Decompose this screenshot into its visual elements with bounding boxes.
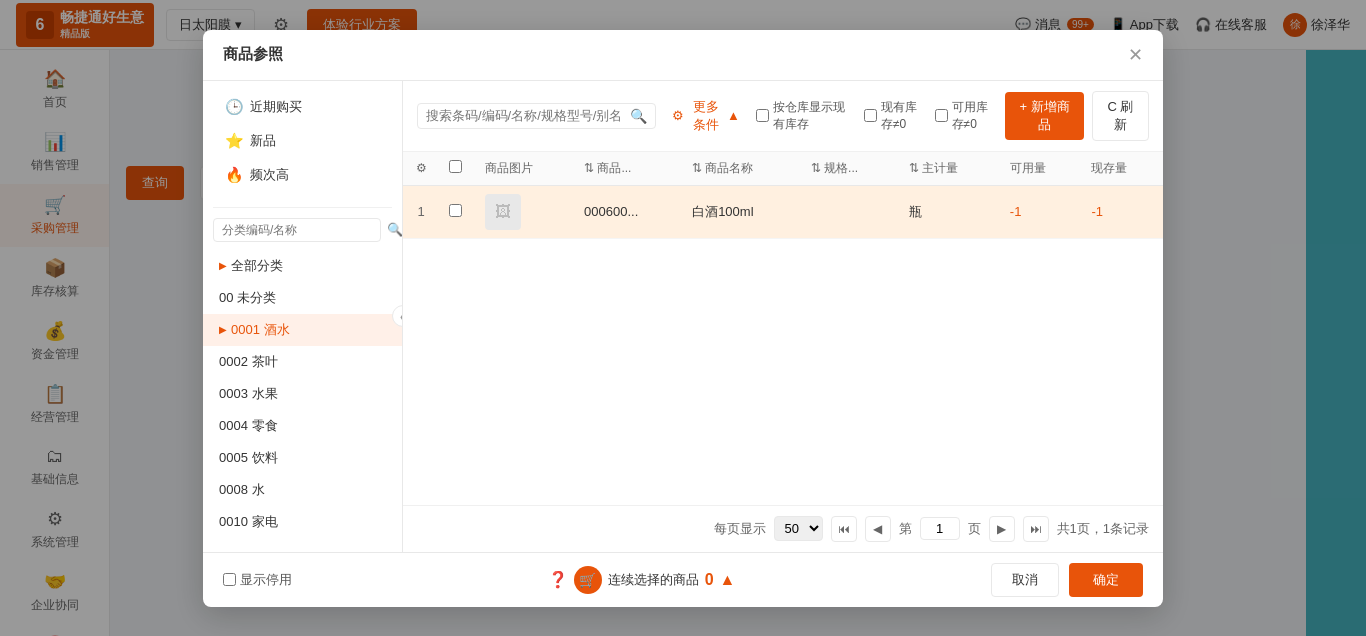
row-name: 白酒100ml xyxy=(682,185,801,238)
category-fruits[interactable]: 0003 水果 xyxy=(203,378,402,410)
fire-icon: 🔥 xyxy=(225,166,244,184)
confirm-button[interactable]: 确定 xyxy=(1069,563,1143,597)
sort-unit-icon: ⇅ xyxy=(909,161,919,175)
row-checkbox[interactable] xyxy=(449,204,462,217)
first-page-button[interactable]: ⏮ xyxy=(831,516,857,542)
select-all-checkbox[interactable] xyxy=(449,160,462,173)
col-name[interactable]: ⇅ 商品名称 xyxy=(682,152,801,186)
cart-collapse-icon[interactable]: ▲ xyxy=(720,571,736,589)
per-page-label: 每页显示 xyxy=(714,520,766,538)
col-settings[interactable]: ⚙ xyxy=(403,152,439,186)
available-ne0-checkbox[interactable] xyxy=(935,109,948,122)
add-product-button[interactable]: + 新增商品 xyxy=(1005,92,1084,140)
page-number-input[interactable] xyxy=(920,517,960,540)
page-label: 第 xyxy=(899,520,912,538)
category-search-icon[interactable]: 🔍 xyxy=(387,222,403,237)
product-image: 🖼 xyxy=(485,194,521,230)
col-unit[interactable]: ⇅ 主计量 xyxy=(899,152,1000,186)
category-tea[interactable]: 0002 茶叶 xyxy=(203,346,402,378)
clock-icon: 🕒 xyxy=(225,98,244,116)
filter-search-box[interactable]: 🔍 xyxy=(417,103,656,129)
category-snacks[interactable]: 0004 零食 xyxy=(203,410,402,442)
row-unit: 瓶 xyxy=(899,185,1000,238)
filter-check-stock-ne0[interactable]: 现有库存≠0 xyxy=(864,99,927,133)
cancel-button[interactable]: 取消 xyxy=(991,563,1059,597)
page-total-info: 共1页，1条记录 xyxy=(1057,520,1149,538)
modal-body: 🕒 近期购买 ⭐ 新品 🔥 频次高 ❮ 🔍 xyxy=(203,81,1163,552)
sort-spec-icon: ⇅ xyxy=(811,161,821,175)
divider xyxy=(213,207,392,208)
filter-bar: 🔍 ⚙ 更多条件 ▲ 按仓库显示现有库存 现有库存≠0 xyxy=(403,81,1163,152)
refresh-button[interactable]: C 刷新 xyxy=(1092,91,1149,141)
search-icon[interactable]: 🔍 xyxy=(630,108,647,124)
col-spec[interactable]: ⇅ 规格... xyxy=(801,152,899,186)
category-beverages[interactable]: 0005 饮料 xyxy=(203,442,402,474)
product-table-wrap: ⚙ 商品图片 ⇅ 商品... ⇅ 商品名称 xyxy=(403,152,1163,505)
modal-overlay: 商品参照 ✕ 🕒 近期购买 ⭐ 新品 🔥 频次高 xyxy=(0,0,1366,636)
warehouse-checkbox[interactable] xyxy=(756,109,769,122)
show-disabled-checkbox[interactable] xyxy=(223,573,236,586)
quick-recent-purchase[interactable]: 🕒 近期购买 xyxy=(213,91,392,123)
arrow-active-icon: ▶ xyxy=(219,324,227,335)
quick-high-frequency[interactable]: 🔥 频次高 xyxy=(213,159,392,191)
category-appliances[interactable]: 0010 家电 xyxy=(203,506,402,538)
table-row[interactable]: 1 🖼 000600... 白酒100ml 瓶 xyxy=(403,185,1163,238)
per-page-select[interactable]: 50 xyxy=(774,516,823,541)
sort-icon: ⇅ xyxy=(584,161,594,175)
modal-right-panel: 🔍 ⚙ 更多条件 ▲ 按仓库显示现有库存 现有库存≠0 xyxy=(403,81,1163,552)
quick-new-products[interactable]: ⭐ 新品 xyxy=(213,125,392,157)
category-all[interactable]: ▶ 全部分类 xyxy=(203,250,402,282)
pagination-bar: 每页显示 50 ⏮ ◀ 第 页 ▶ ⏭ 共1页，1条记录 xyxy=(403,505,1163,552)
modal-close-button[interactable]: ✕ xyxy=(1128,44,1143,66)
star-icon: ⭐ xyxy=(225,132,244,150)
category-liquor[interactable]: ▶ 0001 酒水 xyxy=(203,314,402,346)
footer-left: 显示停用 xyxy=(223,571,292,589)
filter-check-available-ne0[interactable]: 可用库存≠0 xyxy=(935,99,998,133)
modal-left-panel: 🕒 近期购买 ⭐ 新品 🔥 频次高 ❮ 🔍 xyxy=(203,81,403,552)
row-spec xyxy=(801,185,899,238)
col-available: 可用量 xyxy=(1000,152,1082,186)
arrow-icon: ▶ xyxy=(219,260,227,271)
row-available: -1 xyxy=(1000,185,1082,238)
next-page-button[interactable]: ▶ xyxy=(989,516,1015,542)
category-list: ▶ 全部分类 00 未分类 ▶ 0001 酒水 0002 茶叶 0003 水果 xyxy=(203,246,402,542)
page-suffix: 页 xyxy=(968,520,981,538)
modal-header: 商品参照 ✕ xyxy=(203,30,1163,81)
modal-footer: 显示停用 ❓ 🛒 连续选择的商品 0 ▲ 取消 确定 xyxy=(203,552,1163,607)
col-code[interactable]: ⇅ 商品... xyxy=(574,152,682,186)
footer-right: 取消 确定 xyxy=(991,563,1143,597)
cart-count: 0 xyxy=(705,571,714,589)
row-checkbox-cell[interactable] xyxy=(439,185,475,238)
more-filter-button[interactable]: ⚙ 更多条件 ▲ xyxy=(664,94,748,138)
stock-ne0-checkbox[interactable] xyxy=(864,109,877,122)
modal-title: 商品参照 xyxy=(223,45,283,64)
category-uncategorized[interactable]: 00 未分类 xyxy=(203,282,402,314)
cart-icon[interactable]: 🛒 xyxy=(574,566,602,594)
row-code: 000600... xyxy=(574,185,682,238)
col-stock: 现存量 xyxy=(1081,152,1163,186)
last-page-button[interactable]: ⏭ xyxy=(1023,516,1049,542)
chevron-up-icon: ▲ xyxy=(727,108,740,123)
filter-search-input[interactable] xyxy=(426,108,626,123)
col-image: 商品图片 xyxy=(475,152,574,186)
show-disabled-check[interactable]: 显示停用 xyxy=(223,571,292,589)
product-table: ⚙ 商品图片 ⇅ 商品... ⇅ 商品名称 xyxy=(403,152,1163,239)
cart-section[interactable]: ❓ 🛒 连续选择的商品 0 ▲ xyxy=(548,566,736,594)
row-number: 1 xyxy=(403,185,439,238)
category-water[interactable]: 0008 水 xyxy=(203,474,402,506)
col-checkbox[interactable] xyxy=(439,152,475,186)
filter-check-warehouse[interactable]: 按仓库显示现有库存 xyxy=(756,99,856,133)
row-stock: -1 xyxy=(1081,185,1163,238)
filter-icon: ⚙ xyxy=(672,108,684,123)
quick-section: 🕒 近期购买 ⭐ 新品 🔥 频次高 xyxy=(203,91,402,201)
category-search-row: 🔍 xyxy=(203,214,402,246)
row-image-cell: 🖼 xyxy=(475,185,574,238)
help-icon[interactable]: ❓ xyxy=(548,570,568,589)
sort-name-icon: ⇅ xyxy=(692,161,702,175)
prev-page-button[interactable]: ◀ xyxy=(865,516,891,542)
category-search-input[interactable] xyxy=(213,218,381,242)
product-reference-modal: 商品参照 ✕ 🕒 近期购买 ⭐ 新品 🔥 频次高 xyxy=(203,30,1163,607)
